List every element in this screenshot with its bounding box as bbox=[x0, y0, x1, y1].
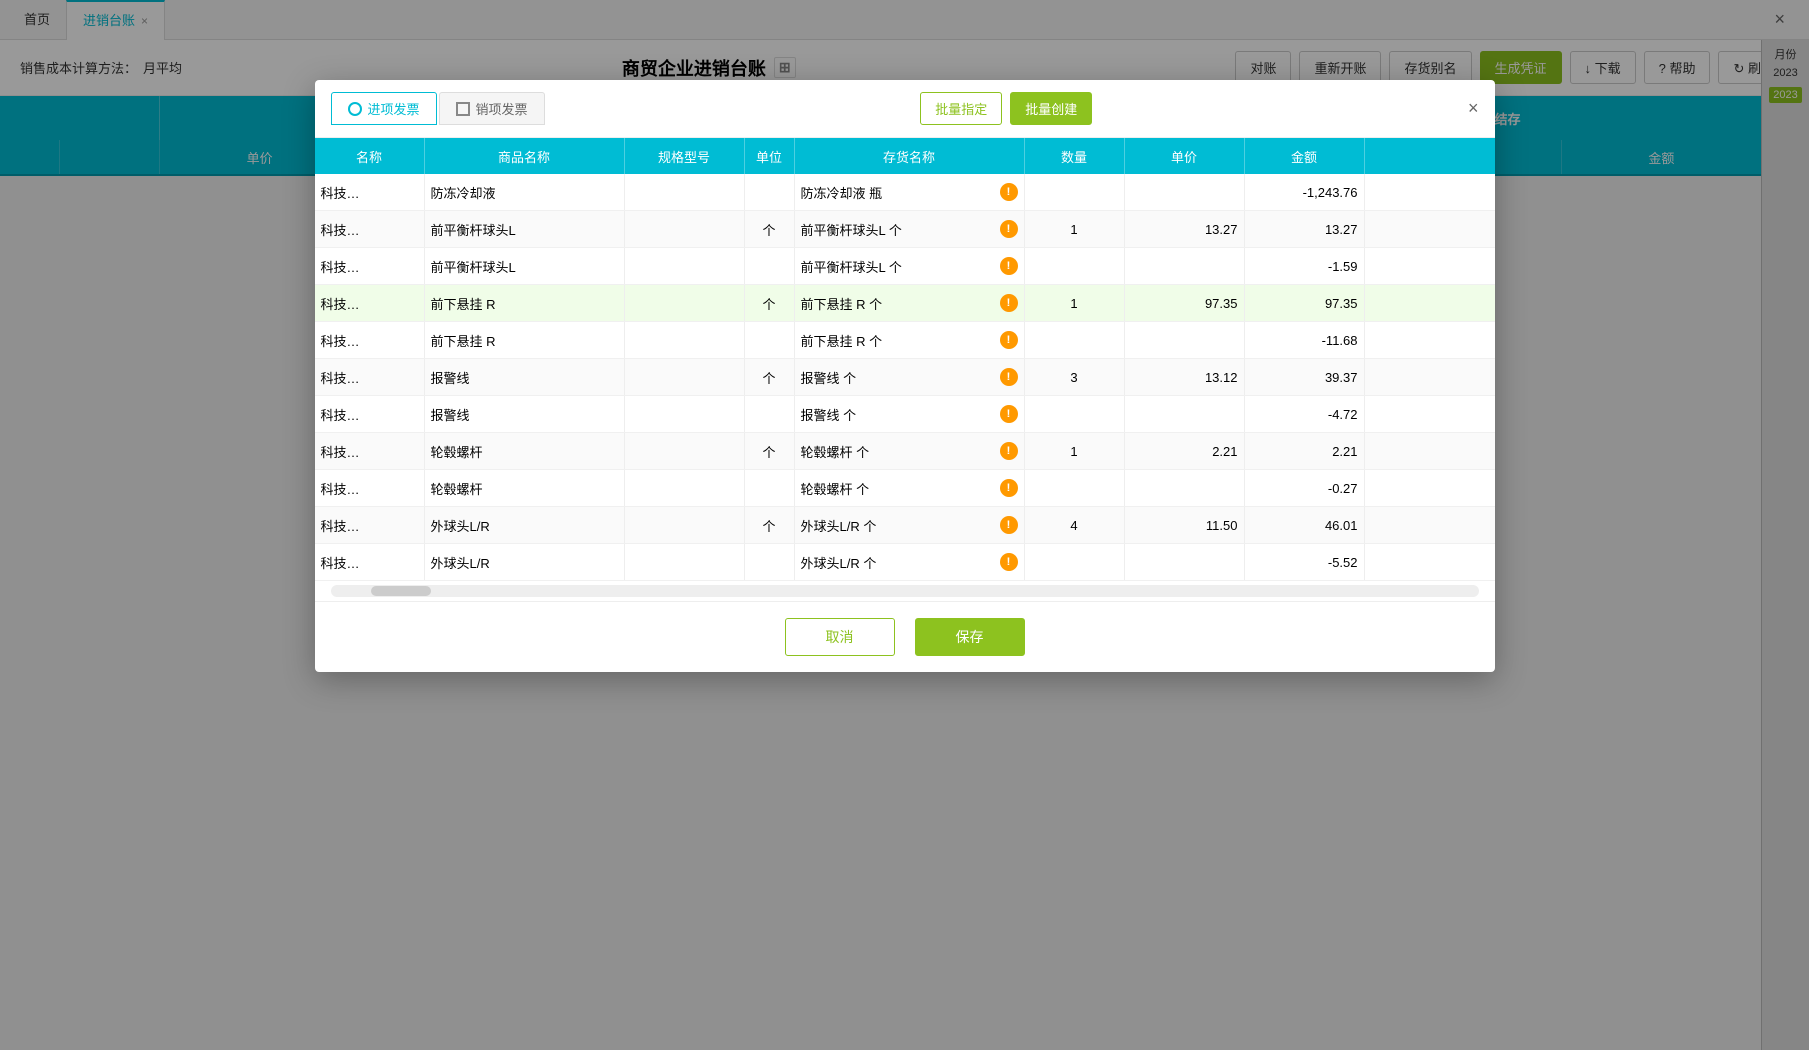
sales-invoice-icon bbox=[456, 102, 470, 116]
table-row[interactable]: 科技…报警线报警线 个!-4.72 bbox=[315, 396, 1495, 433]
warning-icon: ! bbox=[1000, 257, 1018, 275]
th-unit: 单位 bbox=[745, 138, 795, 174]
modal-table-body: 科技…防冻冷却液防冻冷却液 瓶!-1,243.76科技…前平衡杆球头L个前平衡杆… bbox=[315, 174, 1495, 581]
tab-purchase-invoice[interactable]: 进项发票 bbox=[331, 92, 437, 125]
th-product: 商品名称 bbox=[425, 138, 625, 174]
modal-table-container: 名称 商品名称 规格型号 单位 存货名称 数量 单价 金额 科技…防冻冷却液防冻… bbox=[315, 138, 1495, 601]
modal-table-header: 名称 商品名称 规格型号 单位 存货名称 数量 单价 金额 bbox=[315, 138, 1495, 174]
modal-header: 进项发票 销项发票 批量指定 批量创建 × bbox=[315, 80, 1495, 138]
btn-cancel[interactable]: 取消 bbox=[785, 618, 895, 656]
warning-icon: ! bbox=[1000, 368, 1018, 386]
th-name: 名称 bbox=[315, 138, 425, 174]
btn-batch-create[interactable]: 批量创建 bbox=[1010, 92, 1092, 125]
table-row[interactable]: 科技…报警线个报警线 个!313.1239.37 bbox=[315, 359, 1495, 396]
warning-icon: ! bbox=[1000, 479, 1018, 497]
warning-icon: ! bbox=[1000, 294, 1018, 312]
table-row[interactable]: 科技…防冻冷却液防冻冷却液 瓶!-1,243.76 bbox=[315, 174, 1495, 211]
warning-icon: ! bbox=[1000, 516, 1018, 534]
tab-sales-label: 销项发票 bbox=[476, 99, 528, 118]
purchase-invoice-icon bbox=[348, 102, 362, 116]
th-amount: 金额 bbox=[1245, 138, 1365, 174]
modal-overlay: 进项发票 销项发票 批量指定 批量创建 × 名称 商品名称 规格型号 单位 存 bbox=[0, 0, 1809, 1050]
tab-purchase-label: 进项发票 bbox=[368, 99, 420, 118]
modal-dialog: 进项发票 销项发票 批量指定 批量创建 × 名称 商品名称 规格型号 单位 存 bbox=[315, 80, 1495, 672]
scrollbar-thumb[interactable] bbox=[371, 586, 431, 596]
th-stock: 存货名称 bbox=[795, 138, 1025, 174]
th-price: 单价 bbox=[1125, 138, 1245, 174]
warning-icon: ! bbox=[1000, 183, 1018, 201]
table-row[interactable]: 科技…轮毂螺杆个轮毂螺杆 个!12.212.21 bbox=[315, 433, 1495, 470]
warning-icon: ! bbox=[1000, 220, 1018, 238]
table-row[interactable]: 科技…外球头L/R个外球头L/R 个!411.5046.01 bbox=[315, 507, 1495, 544]
warning-icon: ! bbox=[1000, 442, 1018, 460]
btn-save[interactable]: 保存 bbox=[915, 618, 1025, 656]
table-row[interactable]: 科技…外球头L/R外球头L/R 个!-5.52 bbox=[315, 544, 1495, 581]
table-row[interactable]: 科技…前平衡杆球头L前平衡杆球头L 个!-1.59 bbox=[315, 248, 1495, 285]
th-spec: 规格型号 bbox=[625, 138, 745, 174]
btn-batch-assign[interactable]: 批量指定 bbox=[920, 92, 1002, 125]
modal-header-actions: 批量指定 批量创建 bbox=[920, 92, 1092, 125]
table-row[interactable]: 科技…前下悬挂 R前下悬挂 R 个!-11.68 bbox=[315, 322, 1495, 359]
table-row[interactable]: 科技…轮毂螺杆轮毂螺杆 个!-0.27 bbox=[315, 470, 1495, 507]
warning-icon: ! bbox=[1000, 553, 1018, 571]
warning-icon: ! bbox=[1000, 331, 1018, 349]
modal-footer: 取消 保存 bbox=[315, 601, 1495, 672]
modal-horizontal-scrollbar[interactable] bbox=[331, 585, 1479, 597]
th-qty: 数量 bbox=[1025, 138, 1125, 174]
tab-sales-invoice[interactable]: 销项发票 bbox=[439, 92, 545, 125]
modal-close-btn[interactable]: × bbox=[1468, 98, 1479, 119]
modal-tabs: 进项发票 销项发票 bbox=[331, 92, 545, 125]
table-row[interactable]: 科技…前平衡杆球头L个前平衡杆球头L 个!113.2713.27 bbox=[315, 211, 1495, 248]
table-row[interactable]: 科技…前下悬挂 R个前下悬挂 R 个!197.3597.35 bbox=[315, 285, 1495, 322]
warning-icon: ! bbox=[1000, 405, 1018, 423]
